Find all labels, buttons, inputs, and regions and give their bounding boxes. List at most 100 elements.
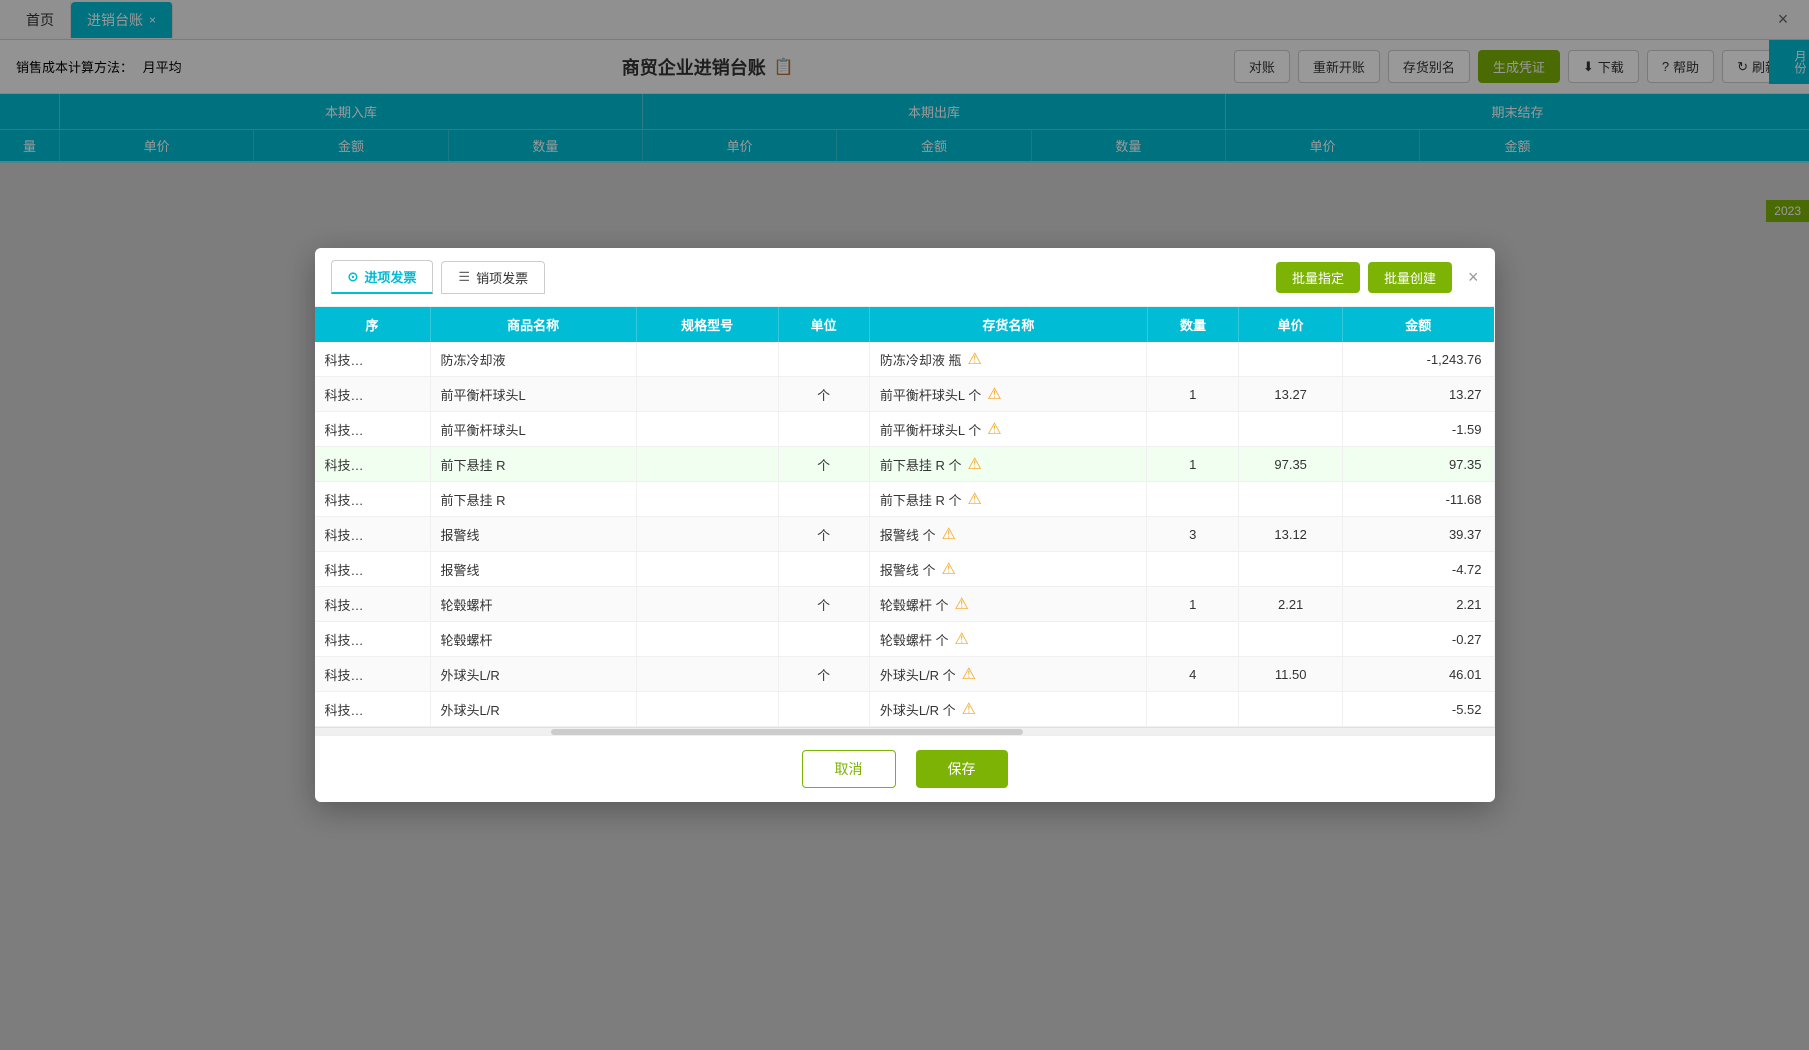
cell-quantity: 1 [1147,447,1238,482]
warning-icon: ⚠ [962,699,976,719]
cell-company: 科技… [315,587,431,622]
cell-price [1239,552,1343,587]
cell-unit: 个 [778,657,869,692]
cell-unit: 个 [778,587,869,622]
horizontal-scrollbar[interactable] [315,727,1495,735]
cell-quantity: 1 [1147,587,1238,622]
cell-amount: 2.21 [1343,587,1494,622]
cell-spec [636,622,778,657]
table-row[interactable]: 科技… 防冻冷却液 防冻冷却液 瓶 ⚠ -1,243.76 [315,342,1495,377]
table-row[interactable]: 科技… 前平衡杆球头L 前平衡杆球头L 个 ⚠ -1.59 [315,412,1495,447]
cell-quantity: 4 [1147,657,1238,692]
dialog-footer: 取消 保存 [315,735,1495,802]
table-row[interactable]: 科技… 前下悬挂 R 前下悬挂 R 个 ⚠ -11.68 [315,482,1495,517]
cell-unit: 个 [778,377,869,412]
cell-price: 13.27 [1239,377,1343,412]
cell-spec [636,692,778,727]
table-row[interactable]: 科技… 报警线 个 报警线 个 ⚠ 3 13.12 39.37 [315,517,1495,552]
cell-product: 前平衡杆球头L [430,412,636,447]
save-button[interactable]: 保存 [916,750,1008,788]
cell-inventory: 轮毂螺杆 个 ⚠ [870,587,1148,621]
cell-price: 11.50 [1239,657,1343,692]
cell-amount: -5.52 [1343,692,1494,727]
cell-unit: 个 [778,447,869,482]
cell-unit [778,482,869,517]
outbound-invoice-icon: ☰ [458,269,470,285]
table-row[interactable]: 科技… 前下悬挂 R 个 前下悬挂 R 个 ⚠ 1 97.35 97.35 [315,447,1495,482]
cell-company: 科技… [315,482,431,517]
table-row[interactable]: 科技… 报警线 报警线 个 ⚠ -4.72 [315,552,1495,587]
dialog-table-container[interactable]: 序 商品名称 规格型号 单位 存货名称 数量 单价 金额 科技… 防冻冷却液 [315,307,1495,727]
cell-inventory: 前平衡杆球头L 个 ⚠ [870,377,1148,411]
cell-amount: 46.01 [1343,657,1494,692]
cell-company: 科技… [315,517,431,552]
warning-icon: ⚠ [962,664,976,684]
cell-product: 防冻冷却液 [430,342,636,377]
cell-inventory: 报警线 个 ⚠ [870,552,1148,586]
cell-company: 科技… [315,377,431,412]
col-inventory-name: 存货名称 [869,307,1147,342]
warning-icon: ⚠ [967,349,981,369]
batch-create-button[interactable]: 批量创建 [1368,262,1452,293]
cell-inventory: 外球头L/R 个 ⚠ [870,692,1148,726]
col-company: 序 [315,307,431,342]
warning-icon: ⚠ [967,489,981,509]
tab-outbound-label: 销项发票 [476,268,528,287]
col-amount: 金额 [1343,307,1494,342]
cell-spec [636,377,778,412]
cell-price [1239,482,1343,517]
cell-price [1239,692,1343,727]
table-row[interactable]: 科技… 外球头L/R 个 外球头L/R 个 ⚠ 4 11.50 46.01 [315,657,1495,692]
table-row[interactable]: 科技… 外球头L/R 外球头L/R 个 ⚠ -5.52 [315,692,1495,727]
cell-unit [778,412,869,447]
cell-amount: 39.37 [1343,517,1494,552]
cell-spec [636,587,778,622]
cell-product: 报警线 [430,552,636,587]
cell-company: 科技… [315,552,431,587]
warning-icon: ⚠ [987,419,1001,439]
cell-amount: 13.27 [1343,377,1494,412]
warning-icon: ⚠ [941,559,955,579]
warning-icon: ⚠ [967,454,981,474]
cell-quantity [1147,552,1238,587]
inbound-invoice-icon: ⊙ [348,269,359,285]
dialog-header-buttons: 批量指定 批量创建 [1276,262,1452,293]
cell-inventory: 前下悬挂 R 个 ⚠ [870,447,1148,481]
cell-unit: 个 [778,517,869,552]
cell-inventory: 轮毂螺杆 个 ⚠ [870,622,1148,656]
batch-assign-button[interactable]: 批量指定 [1276,262,1360,293]
col-price: 单价 [1239,307,1343,342]
cell-inventory: 报警线 个 ⚠ [870,517,1148,551]
tab-inbound-label: 进项发票 [364,267,416,286]
tab-outbound-invoice[interactable]: ☰ 销项发票 [441,261,545,294]
cell-company: 科技… [315,412,431,447]
cell-product: 轮毂螺杆 [430,587,636,622]
cell-price [1239,342,1343,377]
dialog-close-button[interactable]: × [1468,267,1479,288]
table-row[interactable]: 科技… 前平衡杆球头L 个 前平衡杆球头L 个 ⚠ 1 13.27 13.27 [315,377,1495,412]
col-spec: 规格型号 [636,307,778,342]
cell-quantity [1147,412,1238,447]
tab-inbound-invoice[interactable]: ⊙ 进项发票 [331,260,434,294]
dialog-overlay: ⊙ 进项发票 ☰ 销项发票 批量指定 批量创建 × 序 商品名称 规格型号 [0,0,1809,1050]
table-row[interactable]: 科技… 轮毂螺杆 轮毂螺杆 个 ⚠ -0.27 [315,622,1495,657]
col-unit: 单位 [778,307,869,342]
cell-unit [778,342,869,377]
cell-product: 前平衡杆球头L [430,377,636,412]
dialog-header: ⊙ 进项发票 ☰ 销项发票 批量指定 批量创建 × [315,248,1495,307]
cell-product: 前下悬挂 R [430,447,636,482]
cell-price: 97.35 [1239,447,1343,482]
cell-price: 13.12 [1239,517,1343,552]
cell-amount: -1.59 [1343,412,1494,447]
cell-price [1239,622,1343,657]
cell-product: 外球头L/R [430,692,636,727]
cell-company: 科技… [315,692,431,727]
cell-amount: -11.68 [1343,482,1494,517]
cell-amount: 97.35 [1343,447,1494,482]
cell-spec [636,447,778,482]
cell-price [1239,412,1343,447]
cell-price: 2.21 [1239,587,1343,622]
cancel-button[interactable]: 取消 [802,750,896,788]
table-row[interactable]: 科技… 轮毂螺杆 个 轮毂螺杆 个 ⚠ 1 2.21 2.21 [315,587,1495,622]
warning-icon: ⚠ [941,524,955,544]
